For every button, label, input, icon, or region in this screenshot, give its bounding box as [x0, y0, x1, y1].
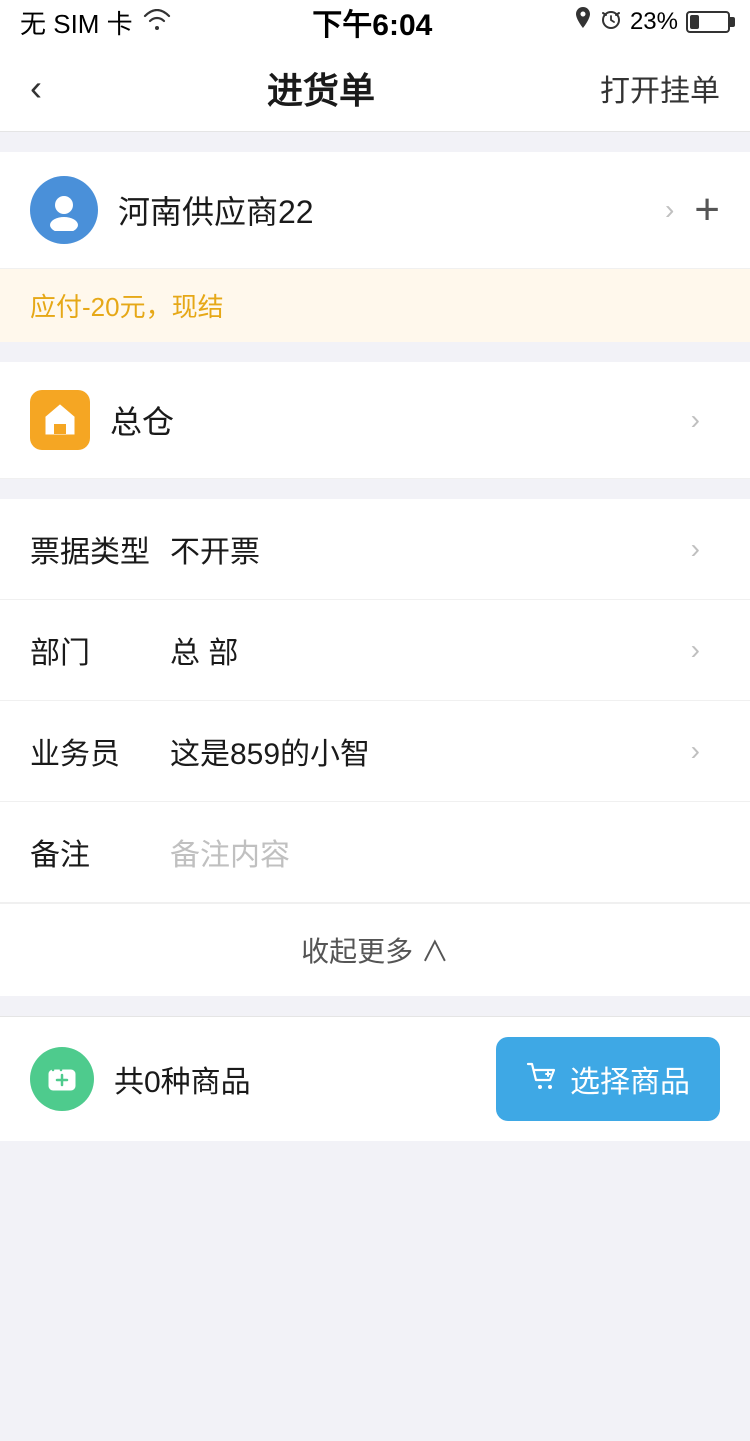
department-chevron-icon: ›: [691, 634, 700, 666]
alarm-icon: [600, 8, 622, 37]
select-goods-label: 选择商品: [570, 1057, 690, 1101]
back-button[interactable]: ‹: [30, 67, 42, 109]
wifi-icon: [143, 7, 171, 38]
salesperson-value: 这是859的小智: [170, 729, 691, 773]
bottom-bar: 共0种商品 选择商品: [0, 1016, 750, 1141]
section-gap-1: [0, 132, 750, 152]
select-goods-button[interactable]: 选择商品: [496, 1037, 720, 1121]
warehouse-icon: [30, 390, 90, 450]
supplier-section: 河南供应商22 › + 应付-20元，现结: [0, 152, 750, 342]
ticket-type-row[interactable]: 票据类型 不开票 ›: [0, 499, 750, 600]
battery-icon: [686, 11, 730, 33]
supplier-name: 河南供应商22: [118, 187, 665, 233]
supplier-chevron-icon: ›: [665, 194, 674, 226]
collapse-label: 收起更多 ∧: [301, 936, 449, 967]
status-right: 23%: [574, 7, 730, 38]
status-time: 下午6:04: [312, 0, 432, 44]
ticket-type-value: 不开票: [170, 527, 691, 571]
carrier-text: 无 SIM 卡: [20, 4, 133, 41]
warehouse-name: 总仓: [110, 397, 691, 443]
notice-bar: 应付-20元，现结: [0, 269, 750, 342]
remark-row[interactable]: 备注 备注内容: [0, 802, 750, 903]
form-section: 票据类型 不开票 › 部门 总 部 › 业务员 这是859的小智 › 备注 备注…: [0, 499, 750, 996]
remark-label: 备注: [30, 830, 170, 874]
add-supplier-button[interactable]: +: [694, 188, 720, 232]
department-label: 部门: [30, 628, 170, 672]
warehouse-chevron-icon: ›: [691, 404, 700, 436]
notice-text: 应付-20元，现结: [30, 292, 224, 322]
page-title: 进货单: [267, 62, 375, 114]
ticket-type-label: 票据类型: [30, 527, 170, 571]
section-gap-4: [0, 996, 750, 1016]
status-bar: 无 SIM 卡 下午6:04 23%: [0, 0, 750, 44]
salesperson-row[interactable]: 业务员 这是859的小智 ›: [0, 701, 750, 802]
department-value: 总 部: [170, 628, 691, 672]
salesperson-label: 业务员: [30, 729, 170, 773]
warehouse-row[interactable]: 总仓 ›: [0, 362, 750, 479]
section-gap-2: [0, 342, 750, 362]
status-left: 无 SIM 卡: [20, 4, 171, 41]
salesperson-chevron-icon: ›: [691, 735, 700, 767]
department-row[interactable]: 部门 总 部 ›: [0, 600, 750, 701]
remark-input[interactable]: 备注内容: [170, 830, 720, 874]
location-icon: [574, 7, 592, 38]
collapse-bar[interactable]: 收起更多 ∧: [0, 903, 750, 996]
open-pending-button[interactable]: 打开挂单: [600, 66, 720, 110]
supplier-avatar: [30, 176, 98, 244]
goods-count-text: 共0种商品: [114, 1057, 476, 1101]
cart-icon: [526, 1062, 558, 1097]
gray-fill: [0, 1141, 750, 1441]
ticket-type-chevron-icon: ›: [691, 533, 700, 565]
nav-bar: ‹ 进货单 打开挂单: [0, 44, 750, 132]
battery-percent: 23%: [630, 8, 678, 36]
goods-count-icon: [30, 1047, 94, 1111]
supplier-row[interactable]: 河南供应商22 › +: [0, 152, 750, 269]
section-gap-3: [0, 479, 750, 499]
